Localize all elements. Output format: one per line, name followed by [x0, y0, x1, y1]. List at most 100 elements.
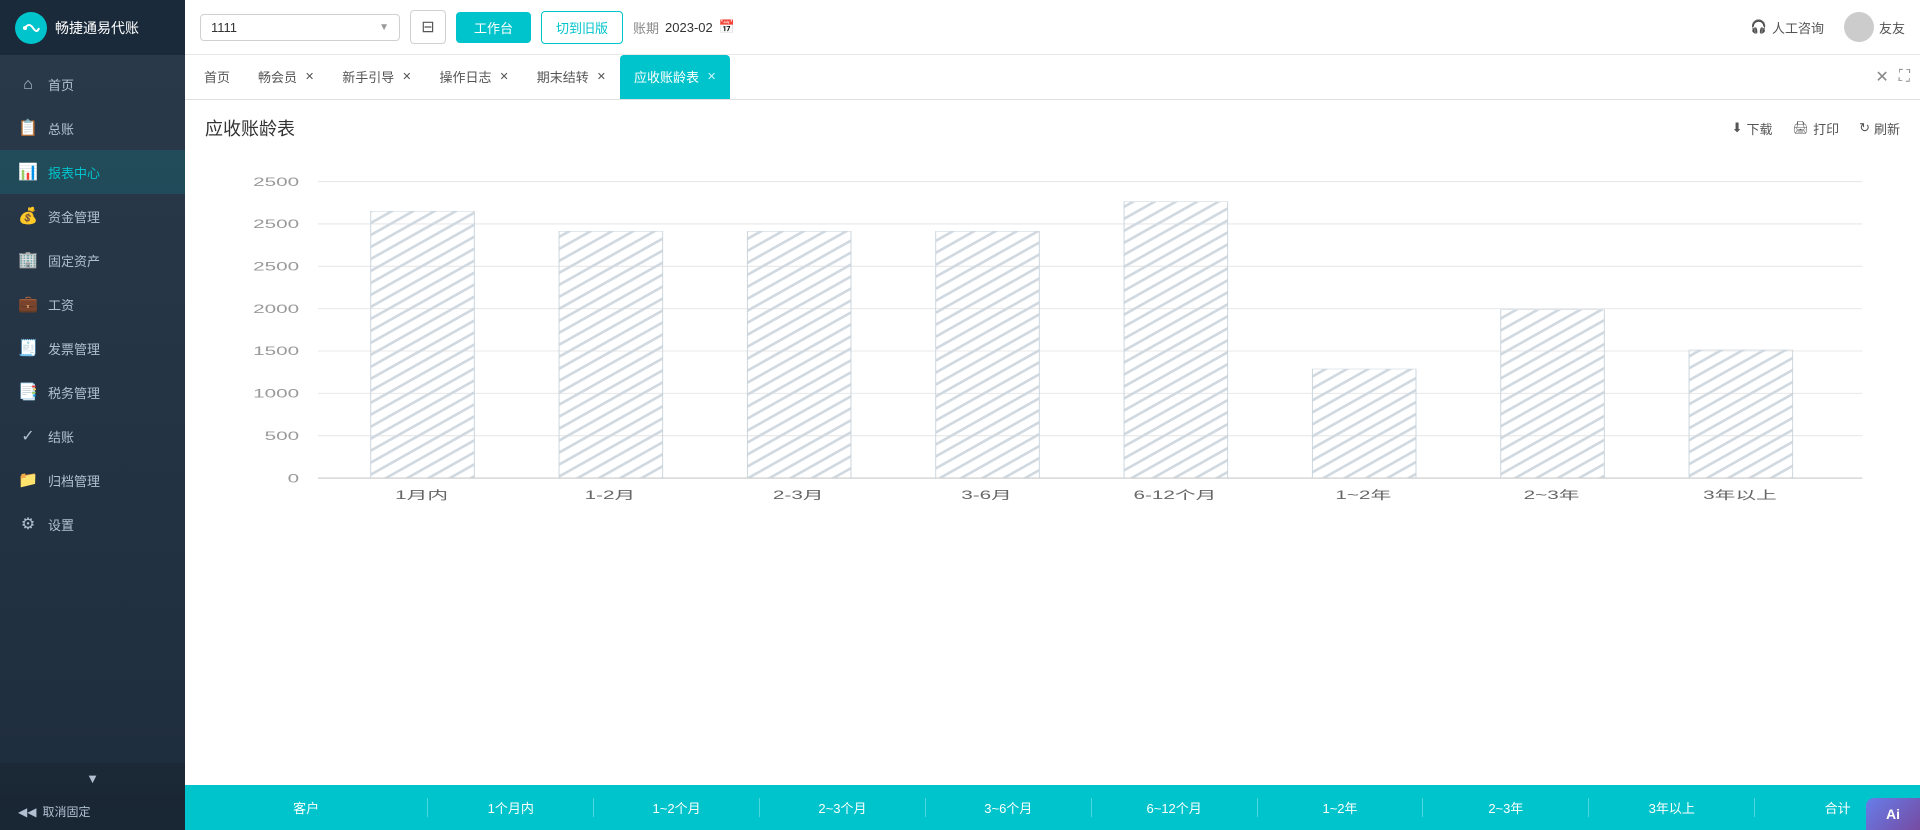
sidebar-item-salary[interactable]: 💼工资	[0, 282, 185, 326]
salary-icon: 💼	[18, 294, 38, 314]
settings-icon: ⚙	[18, 514, 38, 534]
company-dropdown-icon: ▼	[379, 22, 389, 33]
tab-label-oplog: 操作日志	[439, 67, 491, 86]
assets-icon: 🏢	[18, 250, 38, 270]
svg-text:2-3月: 2-3月	[773, 489, 824, 502]
table-header-1: 1个月内	[428, 798, 594, 817]
tab-close-oplog[interactable]: ✕	[500, 70, 509, 83]
svg-text:1-2月: 1-2月	[585, 489, 636, 502]
period-value: 2023-02	[665, 20, 713, 35]
table-header-6: 1~2年	[1258, 798, 1424, 817]
chart-area: 2500 2500 2500 2000 1500 1000 500 0	[205, 171, 1900, 531]
human-consult-btn[interactable]: 🎧 人工咨询	[1751, 18, 1824, 37]
table-header: 客户1个月内1~2个月2~3个月3~6个月6~12个月1~2年2~3年3年以上合…	[185, 785, 1920, 830]
header-right: 🎧 人工咨询 友友	[1751, 12, 1905, 42]
svg-text:2000: 2000	[253, 302, 299, 315]
sidebar-item-settle[interactable]: ✓结账	[0, 414, 185, 458]
archive-icon: 📁	[18, 470, 38, 490]
bar-chart-svg: 2500 2500 2500 2000 1500 1000 500 0	[205, 171, 1900, 531]
tab-close-member[interactable]: ✕	[305, 70, 314, 83]
svg-text:500: 500	[265, 430, 300, 443]
table-header-4: 3~6个月	[926, 798, 1092, 817]
table-header-3: 2~3个月	[760, 798, 926, 817]
svg-text:3-6月: 3-6月	[961, 489, 1012, 502]
tab-label-yearend: 期末结转	[537, 67, 589, 86]
sidebar: 畅捷通易代账 ⌂首页📋总账📊报表中心💰资金管理🏢固定资产💼工资🧾发票管理📑税务管…	[0, 0, 185, 830]
app-name: 畅捷通易代账	[55, 18, 139, 38]
avatar	[1844, 12, 1874, 42]
expand-tab-btn[interactable]: ⛶	[1899, 68, 1910, 86]
top-header: 1111 ▼ ⊟ 工作台 切到旧版 账期 2023-02 📅 🎧 人工咨询 友友	[185, 0, 1920, 55]
home-icon: ⌂	[18, 76, 38, 94]
svg-text:3年以上: 3年以上	[1703, 489, 1777, 502]
download-btn[interactable]: ⬇ 下载	[1732, 119, 1773, 138]
tabs-right: ✕ ⛶	[1875, 55, 1915, 99]
svg-text:6-12个月: 6-12个月	[1133, 489, 1216, 502]
print-btn[interactable]: 🖨 打印	[1793, 119, 1840, 138]
sidebar-item-reports[interactable]: 📊报表中心	[0, 150, 185, 194]
calendar-icon[interactable]: 📅	[719, 19, 735, 35]
svg-text:2500: 2500	[253, 260, 299, 273]
chart-container: 2500 2500 2500 2000 1500 1000 500 0	[185, 151, 1920, 785]
svg-text:1500: 1500	[253, 345, 299, 358]
sidebar-scroll-down[interactable]: ▼	[0, 763, 185, 793]
sidebar-item-invoice[interactable]: 🧾发票管理	[0, 326, 185, 370]
sidebar-logo: 畅捷通易代账	[0, 0, 185, 55]
page-header: 应收账龄表 ⬇ 下载 🖨 打印 ↻ 刷新	[185, 100, 1920, 151]
tab-close-yearend[interactable]: ✕	[597, 70, 606, 83]
headset-icon: 🎧	[1751, 19, 1767, 35]
tab-label-guide: 新手引导	[342, 67, 394, 86]
reports-icon: 📊	[18, 162, 38, 182]
page-actions: ⬇ 下载 🖨 打印 ↻ 刷新	[1732, 119, 1900, 138]
funds-icon: 💰	[18, 206, 38, 226]
sidebar-item-settings[interactable]: ⚙设置	[0, 502, 185, 546]
tab-oplog[interactable]: 操作日志 ✕	[425, 55, 522, 99]
tab-label-home: 首页	[204, 67, 230, 86]
sidebar-item-assets[interactable]: 🏢固定资产	[0, 238, 185, 282]
close-tab-btn[interactable]: ✕	[1875, 67, 1888, 87]
copy-button[interactable]: ⊟	[410, 10, 446, 44]
table-header-7: 2~3年	[1423, 798, 1589, 817]
tab-guide[interactable]: 新手引导 ✕	[328, 55, 425, 99]
user-menu[interactable]: 友友	[1844, 12, 1905, 42]
table-header-5: 6~12个月	[1092, 798, 1258, 817]
tab-member[interactable]: 畅会员✕	[244, 55, 328, 99]
tab-label-aging: 应收账龄表	[634, 67, 699, 86]
table-header-0: 客户	[185, 798, 428, 817]
tab-close-guide[interactable]: ✕	[402, 70, 411, 83]
workspace-button[interactable]: 工作台	[456, 12, 531, 43]
sidebar-item-ledger[interactable]: 📋总账	[0, 106, 185, 150]
sidebar-item-home[interactable]: ⌂首页	[0, 63, 185, 106]
ledger-icon: 📋	[18, 118, 38, 138]
main-area: 1111 ▼ ⊟ 工作台 切到旧版 账期 2023-02 📅 🎧 人工咨询 友友…	[185, 0, 1920, 830]
tabs-bar: 首页畅会员✕ 新手引导 ✕ 操作日志 ✕ 期末结转 ✕ 应收账龄表 ✕ ✕ ⛶	[185, 55, 1920, 100]
sidebar-item-archive[interactable]: 📁归档管理	[0, 458, 185, 502]
svg-text:2~3年: 2~3年	[1524, 489, 1580, 502]
tab-close-aging[interactable]: ✕	[707, 70, 716, 83]
sidebar-item-tax[interactable]: 📑税务管理	[0, 370, 185, 414]
sidebar-item-funds[interactable]: 💰资金管理	[0, 194, 185, 238]
svg-text:0: 0	[288, 472, 300, 485]
refresh-btn[interactable]: ↻ 刷新	[1859, 119, 1900, 138]
settle-icon: ✓	[18, 426, 38, 446]
svg-text:2500: 2500	[253, 218, 299, 231]
period-info: 账期 2023-02 📅	[633, 18, 735, 37]
page-title: 应收账龄表	[205, 115, 295, 141]
cancel-pin-btn[interactable]: ◀◀ 取消固定	[0, 793, 185, 830]
company-selector[interactable]: 1111 ▼	[200, 14, 400, 41]
svg-text:1~2年: 1~2年	[1335, 489, 1391, 502]
download-icon: ⬇	[1732, 120, 1743, 136]
invoice-icon: 🧾	[18, 338, 38, 358]
svg-text:1000: 1000	[253, 387, 299, 400]
table-header-2: 1~2个月	[594, 798, 760, 817]
tab-yearend[interactable]: 期末结转 ✕	[523, 55, 620, 99]
switch-version-button[interactable]: 切到旧版	[541, 11, 623, 44]
ai-badge[interactable]: Ai	[1866, 798, 1920, 830]
table-header-8: 3年以上	[1589, 798, 1755, 817]
tab-home[interactable]: 首页	[190, 55, 244, 99]
tab-aging[interactable]: 应收账龄表 ✕	[620, 55, 730, 99]
svg-text:1月内: 1月内	[395, 489, 448, 502]
print-icon: 🖨	[1793, 120, 1810, 136]
refresh-icon: ↻	[1859, 120, 1870, 136]
content-area: 应收账龄表 ⬇ 下载 🖨 打印 ↻ 刷新	[185, 100, 1920, 830]
